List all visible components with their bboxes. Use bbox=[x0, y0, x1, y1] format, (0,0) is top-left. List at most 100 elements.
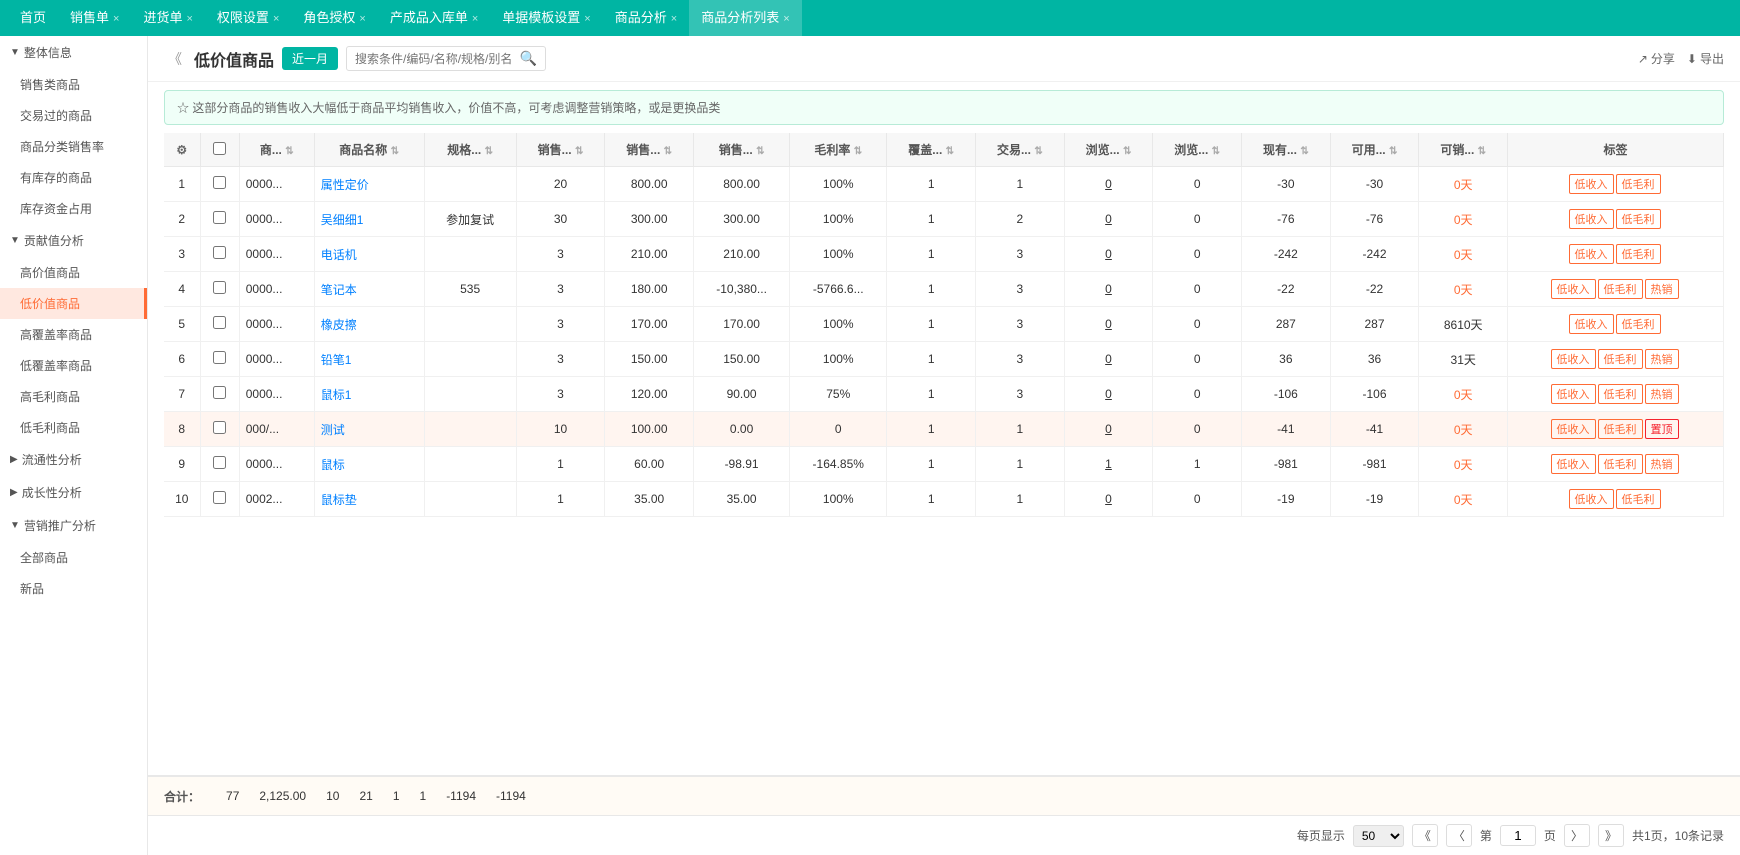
search-icon[interactable]: 🔍 bbox=[520, 50, 537, 67]
nav-roles[interactable]: 角色授权× bbox=[291, 0, 377, 36]
per-page-select[interactable]: 50 100 200 bbox=[1353, 825, 1404, 847]
row-name[interactable]: 鼠标垫 bbox=[314, 482, 424, 517]
row-checkbox[interactable] bbox=[200, 342, 239, 377]
row-browse1[interactable]: 0 bbox=[1064, 482, 1153, 517]
sort-icon-av[interactable]: ⇅ bbox=[1389, 146, 1397, 157]
nav-goods-analysis-close[interactable]: × bbox=[671, 13, 677, 25]
row-checkbox[interactable] bbox=[200, 377, 239, 412]
nav-home[interactable]: 首页 bbox=[8, 0, 58, 36]
row-select-checkbox[interactable] bbox=[213, 351, 226, 364]
sidebar-item-sales-goods[interactable]: 销售类商品 bbox=[0, 69, 147, 100]
row-select-checkbox[interactable] bbox=[213, 491, 226, 504]
row-select-checkbox[interactable] bbox=[213, 421, 226, 434]
row-browse1[interactable]: 0 bbox=[1064, 272, 1153, 307]
nav-products-close[interactable]: × bbox=[472, 13, 478, 25]
sort-icon-margin[interactable]: ⇅ bbox=[854, 146, 862, 157]
row-checkbox[interactable] bbox=[200, 307, 239, 342]
sort-icon-qty[interactable]: ⇅ bbox=[575, 146, 583, 157]
sort-icon-cs[interactable]: ⇅ bbox=[1300, 146, 1308, 157]
sidebar-item-traded-goods[interactable]: 交易过的商品 bbox=[0, 100, 147, 131]
row-name[interactable]: 橡皮擦 bbox=[314, 307, 424, 342]
row-browse1[interactable]: 0 bbox=[1064, 307, 1153, 342]
sidebar-item-all-goods[interactable]: 全部商品 bbox=[0, 542, 147, 573]
row-checkbox[interactable] bbox=[200, 447, 239, 482]
nav-sales[interactable]: 销售单× bbox=[58, 0, 131, 36]
period-button[interactable]: 近一月 bbox=[282, 47, 338, 70]
row-browse1[interactable]: 0 bbox=[1064, 377, 1153, 412]
row-browse1[interactable]: 0 bbox=[1064, 202, 1153, 237]
row-name[interactable]: 笔记本 bbox=[314, 272, 424, 307]
sidebar-item-stocked-goods[interactable]: 有库存的商品 bbox=[0, 162, 147, 193]
nav-purchase-close[interactable]: × bbox=[186, 13, 192, 25]
sidebar-item-low-coverage[interactable]: 低覆盖率商品 bbox=[0, 350, 147, 381]
next-page-btn[interactable]: 〉 bbox=[1564, 824, 1590, 847]
row-select-checkbox[interactable] bbox=[213, 246, 226, 259]
nav-purchase[interactable]: 进货单× bbox=[131, 0, 204, 36]
row-name[interactable]: 铅笔1 bbox=[314, 342, 424, 377]
row-select-checkbox[interactable] bbox=[213, 316, 226, 329]
row-checkbox[interactable] bbox=[200, 237, 239, 272]
row-browse1[interactable]: 0 bbox=[1064, 412, 1153, 447]
col-gear[interactable]: ⚙ bbox=[164, 133, 200, 167]
row-select-checkbox[interactable] bbox=[213, 456, 226, 469]
sort-icon-name[interactable]: ⇅ bbox=[391, 146, 399, 157]
row-select-checkbox[interactable] bbox=[213, 176, 226, 189]
nav-permissions-close[interactable]: × bbox=[273, 13, 279, 25]
sort-icon-coverage[interactable]: ⇅ bbox=[946, 146, 954, 157]
row-checkbox[interactable] bbox=[200, 482, 239, 517]
last-page-btn[interactable]: 》 bbox=[1598, 824, 1624, 847]
nav-products[interactable]: 产成品入库单× bbox=[378, 0, 490, 36]
nav-templates[interactable]: 单据模板设置× bbox=[490, 0, 602, 36]
sidebar-group-contribution[interactable]: ▼ 贡献值分析 bbox=[0, 224, 147, 257]
first-page-btn[interactable]: 《 bbox=[1412, 824, 1438, 847]
select-all-checkbox[interactable] bbox=[213, 142, 226, 155]
sidebar-item-category-rate[interactable]: 商品分类销售率 bbox=[0, 131, 147, 162]
nav-goods-analysis[interactable]: 商品分析× bbox=[603, 0, 689, 36]
row-name[interactable]: 电话机 bbox=[314, 237, 424, 272]
row-name[interactable]: 属性定价 bbox=[314, 167, 424, 202]
share-button[interactable]: ↗ 分享 bbox=[1638, 50, 1675, 67]
sort-icon-b1[interactable]: ⇅ bbox=[1123, 146, 1131, 157]
sidebar-item-low-value[interactable]: 低价值商品 bbox=[0, 288, 147, 319]
sidebar-item-inventory-fund[interactable]: 库存资金占用 bbox=[0, 193, 147, 224]
row-checkbox[interactable] bbox=[200, 167, 239, 202]
row-browse1[interactable]: 0 bbox=[1064, 237, 1153, 272]
nav-roles-close[interactable]: × bbox=[359, 13, 365, 25]
nav-permissions[interactable]: 权限设置× bbox=[205, 0, 291, 36]
row-name[interactable]: 测试 bbox=[314, 412, 424, 447]
row-name[interactable]: 吴细细1 bbox=[314, 202, 424, 237]
search-input[interactable] bbox=[355, 52, 516, 66]
sort-icon-amount[interactable]: ⇅ bbox=[756, 146, 764, 157]
row-select-checkbox[interactable] bbox=[213, 281, 226, 294]
nav-templates-close[interactable]: × bbox=[584, 13, 590, 25]
sidebar-item-high-value[interactable]: 高价值商品 bbox=[0, 257, 147, 288]
nav-sales-close[interactable]: × bbox=[113, 13, 119, 25]
sidebar-group-marketing[interactable]: ▼ 营销推广分析 bbox=[0, 509, 147, 542]
collapse-sidebar-btn[interactable]: 《 bbox=[164, 49, 186, 69]
row-browse1[interactable]: 0 bbox=[1064, 167, 1153, 202]
sort-icon-sl[interactable]: ⇅ bbox=[1478, 146, 1486, 157]
row-select-checkbox[interactable] bbox=[213, 211, 226, 224]
row-checkbox[interactable] bbox=[200, 412, 239, 447]
sort-icon-price[interactable]: ⇅ bbox=[664, 146, 672, 157]
sidebar-item-high-margin[interactable]: 高毛利商品 bbox=[0, 381, 147, 412]
sidebar-group-circulation[interactable]: ▶ 流通性分析 bbox=[0, 443, 147, 476]
col-checkbox[interactable] bbox=[200, 133, 239, 167]
row-browse1[interactable]: 1 bbox=[1064, 447, 1153, 482]
sort-icon-tx[interactable]: ⇅ bbox=[1034, 146, 1042, 157]
sidebar-group-overall[interactable]: ▼ 整体信息 bbox=[0, 36, 147, 69]
page-number-input[interactable] bbox=[1500, 825, 1536, 846]
sidebar-group-growth[interactable]: ▶ 成长性分析 bbox=[0, 476, 147, 509]
sort-icon-spec[interactable]: ⇅ bbox=[485, 146, 493, 157]
sidebar-item-low-margin[interactable]: 低毛利商品 bbox=[0, 412, 147, 443]
row-browse1[interactable]: 0 bbox=[1064, 342, 1153, 377]
sidebar-item-high-coverage[interactable]: 高覆盖率商品 bbox=[0, 319, 147, 350]
sort-icon[interactable]: ⇅ bbox=[285, 146, 293, 157]
sort-icon-b2[interactable]: ⇅ bbox=[1212, 146, 1220, 157]
row-name[interactable]: 鼠标1 bbox=[314, 377, 424, 412]
export-button[interactable]: ⬇ 导出 bbox=[1687, 50, 1724, 67]
sidebar-item-new-goods[interactable]: 新品 bbox=[0, 573, 147, 604]
row-name[interactable]: 鼠标 bbox=[314, 447, 424, 482]
prev-page-btn[interactable]: 〈 bbox=[1446, 824, 1472, 847]
nav-goods-analysis-list[interactable]: 商品分析列表× bbox=[689, 0, 801, 36]
